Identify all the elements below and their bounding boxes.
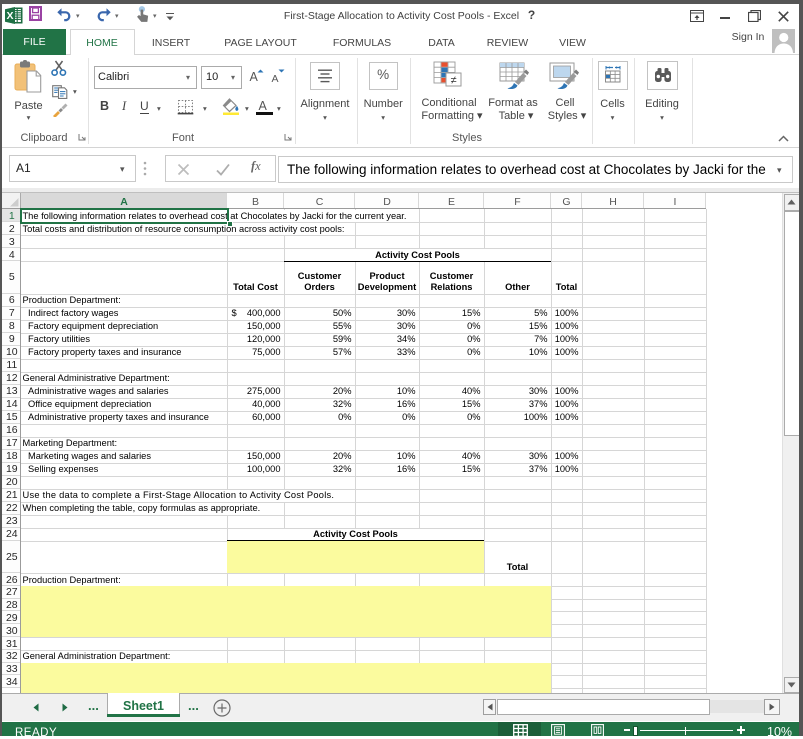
svg-text:X: X [6,10,13,22]
svg-text:≠: ≠ [450,75,456,87]
